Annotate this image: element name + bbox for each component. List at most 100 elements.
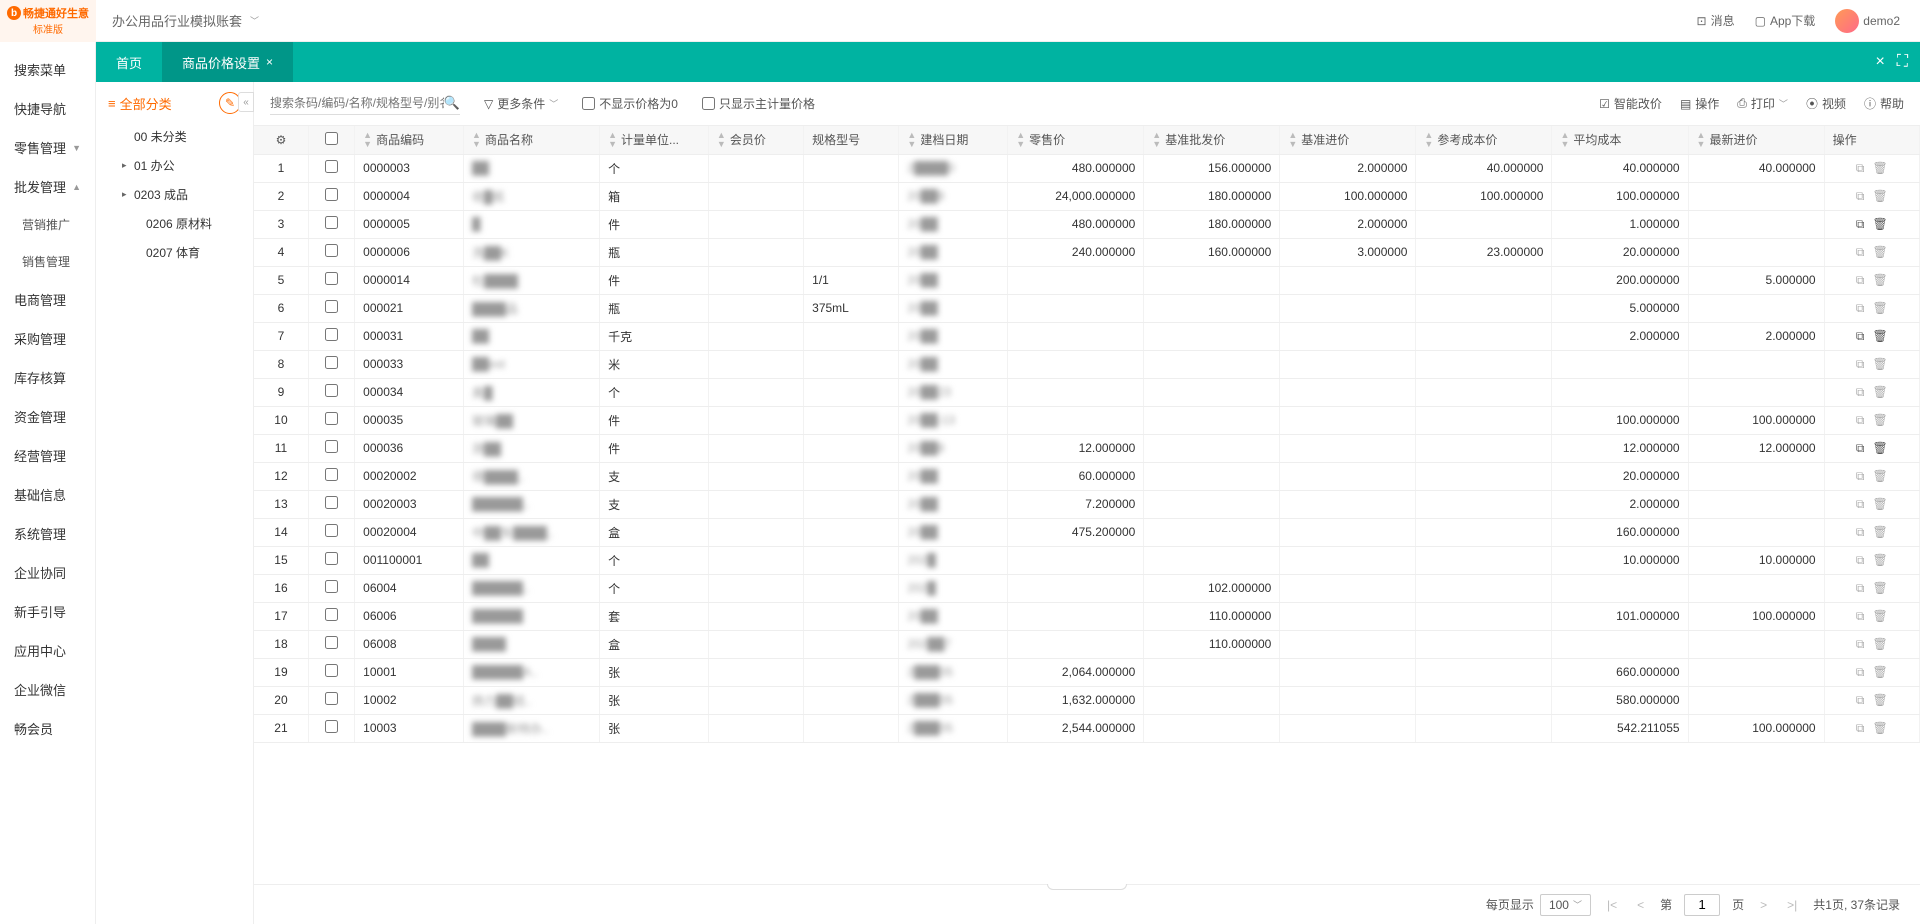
- nav-item[interactable]: 批发管理▲: [0, 167, 95, 206]
- search-icon[interactable]: 🔍: [444, 95, 460, 111]
- nav-item[interactable]: 资金管理: [0, 397, 95, 436]
- col-member[interactable]: ▲▼会员价: [708, 126, 803, 154]
- row-checkbox[interactable]: [325, 440, 338, 453]
- help-button[interactable]: ⓘ帮助: [1864, 95, 1904, 112]
- delete-icon[interactable]: 🗑: [1872, 329, 1887, 344]
- messages-button[interactable]: ⊡消息: [1697, 12, 1735, 29]
- row-checkbox[interactable]: [325, 524, 338, 537]
- nav-item[interactable]: 电商管理: [0, 280, 95, 319]
- row-checkbox[interactable]: [325, 496, 338, 509]
- nav-item[interactable]: 经营管理: [0, 436, 95, 475]
- row-checkbox[interactable]: [325, 188, 338, 201]
- row-checkbox[interactable]: [325, 580, 338, 593]
- table-row[interactable]: 1706006██████套20██110.000000101.00000010…: [254, 602, 1920, 630]
- delete-icon[interactable]: 🗑: [1872, 245, 1887, 260]
- tree-item[interactable]: ▸0203 成品: [104, 180, 245, 209]
- delete-icon[interactable]: 🗑: [1872, 161, 1887, 176]
- table-row[interactable]: 2010002扬力██结..张2███051,632.000000580.000…: [254, 686, 1920, 714]
- table-row[interactable]: 10000003██个2████0480.000000156.0000002.0…: [254, 154, 1920, 182]
- table-row[interactable]: 1606004██████..个202█102.000000⧉🗑: [254, 574, 1920, 602]
- prev-page-button[interactable]: <: [1633, 898, 1648, 912]
- nav-item[interactable]: 企业微信: [0, 670, 95, 709]
- delete-icon[interactable]: 🗑: [1872, 357, 1887, 372]
- nav-item[interactable]: 零售管理▼: [0, 128, 95, 167]
- collapse-panel-button[interactable]: «: [238, 92, 254, 112]
- copy-icon[interactable]: ⧉: [1856, 441, 1865, 456]
- nav-item[interactable]: 快捷导航: [0, 89, 95, 128]
- copy-icon[interactable]: ⧉: [1856, 469, 1865, 484]
- row-checkbox[interactable]: [325, 216, 338, 229]
- table-row[interactable]: 30000005█件20██480.000000180.0000002.0000…: [254, 210, 1920, 238]
- copy-icon[interactable]: ⧉: [1856, 161, 1865, 176]
- row-checkbox[interactable]: [325, 272, 338, 285]
- tree-item[interactable]: 0206 原材料: [104, 209, 245, 238]
- table-row[interactable]: 50000014杜████件1/120██200.0000005.000000⧉…: [254, 266, 1920, 294]
- copy-icon[interactable]: ⧉: [1856, 385, 1865, 400]
- delete-icon[interactable]: 🗑: [1872, 301, 1887, 316]
- copy-icon[interactable]: ⧉: [1856, 357, 1865, 372]
- search-input[interactable]: [270, 92, 444, 114]
- row-checkbox[interactable]: [325, 608, 338, 621]
- col-retail[interactable]: ▲▼零售价: [1008, 126, 1144, 154]
- delete-icon[interactable]: 🗑: [1872, 273, 1887, 288]
- tab-price-settings[interactable]: 商品价格设置 ×: [162, 42, 293, 82]
- app-download-button[interactable]: ▢App下载: [1755, 12, 1816, 29]
- delete-icon[interactable]: 🗑: [1872, 385, 1887, 400]
- tree-item[interactable]: 00 未分类: [104, 122, 245, 151]
- nav-item[interactable]: 应用中心: [0, 631, 95, 670]
- grid-scroll[interactable]: ⚙▲▼商品编码▲▼商品名称▲▼计量单位...▲▼会员价规格型号▲▼建档日期▲▼零…: [254, 126, 1920, 884]
- table-row[interactable]: 9000034奥█个20██23⧉🗑: [254, 378, 1920, 406]
- table-row[interactable]: 1200020002得████..支20██60.00000020.000000…: [254, 462, 1920, 490]
- copy-icon[interactable]: ⧉: [1856, 609, 1865, 624]
- copy-icon[interactable]: ⧉: [1856, 693, 1865, 708]
- print-button[interactable]: ⎙打印﹀: [1737, 95, 1788, 112]
- copy-icon[interactable]: ⧉: [1856, 581, 1865, 596]
- delete-icon[interactable]: 🗑: [1872, 581, 1887, 596]
- delete-icon[interactable]: 🗑: [1872, 497, 1887, 512]
- row-checkbox[interactable]: [325, 468, 338, 481]
- col-ref_cost[interactable]: ▲▼参考成本价: [1416, 126, 1552, 154]
- col-base_whole[interactable]: ▲▼基准批发价: [1144, 126, 1280, 154]
- tree-item[interactable]: ▸01 办公: [104, 151, 245, 180]
- copy-icon[interactable]: ⧉: [1856, 217, 1865, 232]
- row-checkbox[interactable]: [325, 636, 338, 649]
- hide-zero-checkbox[interactable]: 不显示价格为0: [582, 95, 678, 112]
- col-code[interactable]: ▲▼商品编码: [355, 126, 464, 154]
- nav-item[interactable]: 营销推广: [0, 206, 95, 243]
- table-row[interactable]: 11000036测██件20██812.00000012.00000012.00…: [254, 434, 1920, 462]
- select-all-checkbox[interactable]: [325, 132, 338, 145]
- nav-item[interactable]: 系统管理: [0, 514, 95, 553]
- row-checkbox[interactable]: [325, 412, 338, 425]
- first-page-button[interactable]: |<: [1603, 898, 1621, 912]
- copy-icon[interactable]: ⧉: [1856, 245, 1865, 260]
- row-checkbox[interactable]: [325, 384, 338, 397]
- only-unit-price-checkbox[interactable]: 只显示主计量价格: [702, 95, 815, 112]
- table-row[interactable]: 1300020003██████..支20██7.2000002.000000⧉…: [254, 490, 1920, 518]
- delete-icon[interactable]: 🗑: [1872, 469, 1887, 484]
- category-all[interactable]: ≡全部分类: [108, 94, 172, 113]
- nav-item[interactable]: 基础信息: [0, 475, 95, 514]
- copy-icon[interactable]: ⧉: [1856, 553, 1865, 568]
- copy-icon[interactable]: ⧉: [1856, 665, 1865, 680]
- row-checkbox[interactable]: [325, 692, 338, 705]
- tab-close-all-icon[interactable]: ×: [1875, 53, 1884, 71]
- copy-icon[interactable]: ⧉: [1856, 721, 1865, 736]
- delete-icon[interactable]: 🗑: [1872, 609, 1887, 624]
- row-checkbox[interactable]: [325, 356, 338, 369]
- row-checkbox[interactable]: [325, 720, 338, 733]
- table-row[interactable]: 20000004收█纸箱20██824,000.000000180.000000…: [254, 182, 1920, 210]
- table-row[interactable]: 1806008████盒202██7110.000000⧉🗑: [254, 630, 1920, 658]
- delete-icon[interactable]: 🗑: [1872, 217, 1887, 232]
- col-avg_cost[interactable]: ▲▼平均成本: [1552, 126, 1688, 154]
- fullscreen-icon[interactable]: ⛶: [1897, 53, 1908, 71]
- nav-item[interactable]: 畅会员: [0, 709, 95, 748]
- nav-item[interactable]: 新手引导: [0, 592, 95, 631]
- delete-icon[interactable]: 🗑: [1872, 441, 1887, 456]
- col-cdate[interactable]: ▲▼建档日期: [899, 126, 1008, 154]
- page-size-select[interactable]: 100﹀: [1540, 894, 1591, 916]
- table-row[interactable]: 2110003████新特办..张2███052,544.000000542.2…: [254, 714, 1920, 742]
- smart-change-button[interactable]: ☑智能改价: [1599, 95, 1662, 112]
- tree-item[interactable]: 0207 体育: [104, 238, 245, 267]
- row-checkbox[interactable]: [325, 552, 338, 565]
- table-row[interactable]: 6000021████品瓶375mL20██5.000000⧉🗑: [254, 294, 1920, 322]
